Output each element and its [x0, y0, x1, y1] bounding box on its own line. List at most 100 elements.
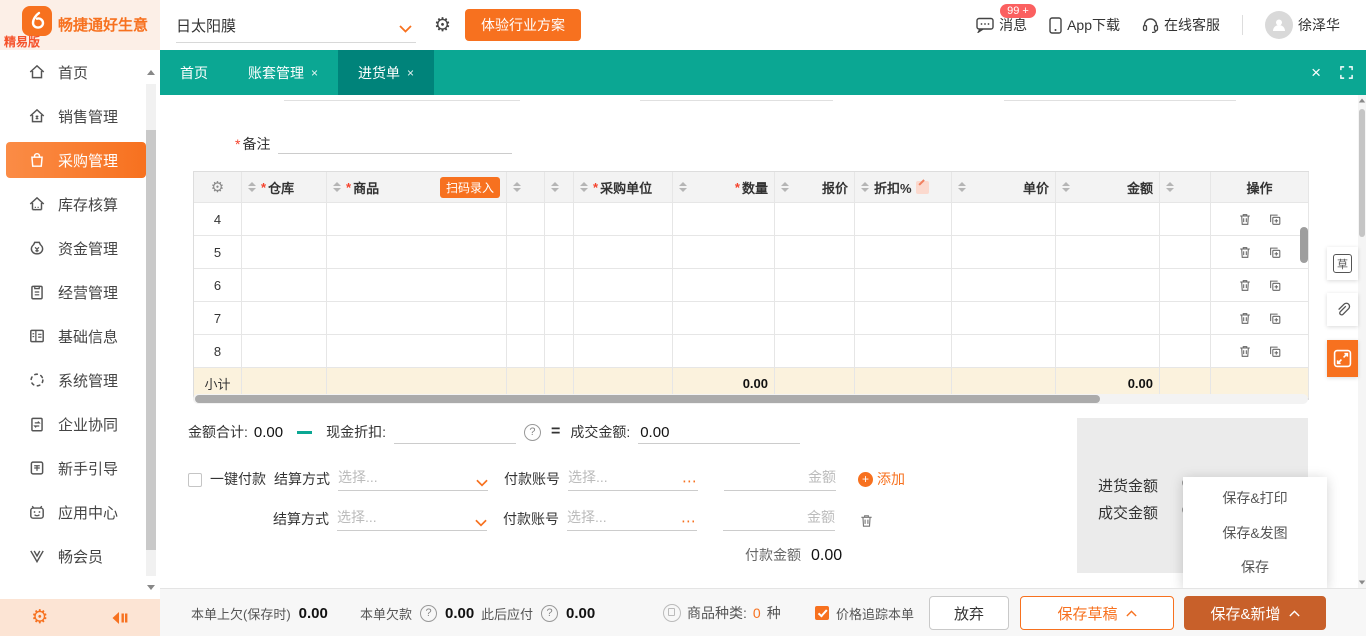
menu-item-save-print[interactable]: 保存&打印: [1183, 484, 1327, 512]
help-icon[interactable]: ?: [523, 423, 541, 441]
sort-icon[interactable]: [580, 182, 588, 192]
table-row[interactable]: 8: [194, 335, 1309, 368]
col-discount[interactable]: 折扣%: [855, 172, 952, 202]
menu-item-save[interactable]: 保存: [1183, 553, 1327, 581]
table-vertical-scroll-thumb[interactable]: [1300, 227, 1308, 263]
more-options-icon[interactable]: ⋯: [682, 474, 698, 489]
tab-account-mgmt[interactable]: 账套管理 ×: [228, 50, 338, 95]
content-scroll-thumb[interactable]: [1359, 109, 1365, 237]
user-menu[interactable]: 徐泽华: [1265, 11, 1340, 39]
experience-plan-button[interactable]: 体验行业方案: [465, 9, 582, 41]
sort-icon[interactable]: [861, 182, 869, 192]
price-track-checkbox[interactable]: [815, 606, 829, 620]
copy-row-icon[interactable]: [1268, 245, 1282, 260]
col-amount[interactable]: 金额: [1056, 172, 1160, 202]
menu-item-save-send-image[interactable]: 保存&发图: [1183, 519, 1327, 547]
delete-payment-icon[interactable]: [859, 513, 874, 529]
col-quote[interactable]: 报价: [775, 172, 855, 202]
delete-row-icon[interactable]: [1238, 344, 1252, 359]
sort-icon[interactable]: [1166, 182, 1174, 192]
copy-row-icon[interactable]: [1268, 212, 1282, 227]
discard-button[interactable]: 放弃: [929, 596, 1009, 630]
sidebar-item-beginner-guide[interactable]: 新手引导: [0, 446, 160, 490]
settle-method-select[interactable]: 选择...: [337, 507, 487, 531]
delete-row-icon[interactable]: [1238, 311, 1252, 326]
more-options-icon[interactable]: ⋯: [681, 514, 697, 529]
sidebar-item-funds[interactable]: 资金管理: [0, 226, 160, 270]
sidebar-item-member[interactable]: 畅会员: [0, 534, 160, 578]
sidebar-settings-gear-icon[interactable]: ⚙: [31, 606, 48, 629]
scroll-up-icon[interactable]: [147, 70, 155, 75]
table-horizontal-scrollbar[interactable]: [193, 394, 1308, 404]
col-price[interactable]: 单价: [952, 172, 1056, 202]
draft-tool-button[interactable]: 草: [1327, 247, 1358, 280]
col-qty[interactable]: * 数量: [673, 172, 775, 202]
sidebar-scroll-thumb[interactable]: [146, 130, 156, 550]
sidebar-item-operations[interactable]: 经营管理: [0, 270, 160, 314]
col-unit[interactable]: * 采购单位: [574, 172, 673, 202]
scroll-down-icon[interactable]: [1358, 580, 1366, 585]
sidebar-item-inventory[interactable]: 库存核算: [0, 182, 160, 226]
pay-account-select[interactable]: 选择... ⋯: [567, 507, 697, 531]
sort-icon[interactable]: [1062, 182, 1070, 192]
discount-edit-icon[interactable]: [915, 180, 929, 194]
add-payment-button[interactable]: + 添加: [858, 469, 905, 491]
column-settings-gear-icon[interactable]: ⚙: [194, 172, 242, 202]
cash-discount-input[interactable]: [393, 420, 516, 444]
save-draft-button[interactable]: 保存草稿: [1020, 596, 1174, 630]
app-download-button[interactable]: App下载: [1049, 15, 1120, 35]
col-warehouse[interactable]: * 仓库: [242, 172, 327, 202]
cell-amount[interactable]: [1056, 203, 1160, 235]
scroll-up-icon[interactable]: [1358, 98, 1366, 103]
sort-icon[interactable]: [958, 182, 966, 192]
sort-icon[interactable]: [551, 182, 559, 192]
pay-account-select[interactable]: 选择... ⋯: [568, 467, 698, 491]
settings-gear-icon[interactable]: ⚙: [434, 14, 451, 37]
settle-method-select[interactable]: 选择...: [338, 467, 488, 491]
sort-icon[interactable]: [248, 182, 256, 192]
messages-button[interactable]: 消息 99 +: [976, 4, 1036, 35]
cell-discount[interactable]: [855, 203, 952, 235]
sidebar-item-app-center[interactable]: 应用中心: [0, 490, 160, 534]
sidebar-item-purchase[interactable]: 采购管理: [6, 142, 146, 178]
table-row[interactable]: 7: [194, 302, 1309, 335]
table-row[interactable]: 4: [194, 203, 1309, 236]
copy-row-icon[interactable]: [1268, 311, 1282, 326]
delete-row-icon[interactable]: [1238, 245, 1252, 260]
pay-amount-input[interactable]: 金额: [723, 507, 835, 531]
col-aux-1[interactable]: [507, 172, 545, 202]
fullscreen-icon[interactable]: [1339, 65, 1354, 80]
online-service-button[interactable]: 在线客服: [1142, 15, 1220, 35]
copy-row-icon[interactable]: [1268, 278, 1282, 293]
close-all-tabs-icon[interactable]: ×: [1311, 63, 1321, 83]
sidebar-item-sales[interactable]: 销售管理: [0, 94, 160, 138]
copy-row-icon[interactable]: [1268, 344, 1282, 359]
sort-icon[interactable]: [781, 182, 789, 192]
account-select[interactable]: 日太阳膜: [176, 8, 416, 43]
table-horizontal-scroll-thumb[interactable]: [195, 395, 1100, 403]
sort-icon[interactable]: [513, 182, 521, 192]
cell-price[interactable]: [952, 203, 1056, 235]
scroll-down-icon[interactable]: [147, 585, 155, 590]
cell-qty[interactable]: [673, 203, 775, 235]
sidebar-item-basic-info[interactable]: 基础信息: [0, 314, 160, 358]
collapse-sidebar-icon[interactable]: [111, 610, 129, 626]
sidebar-item-collaboration[interactable]: 企业协同: [0, 402, 160, 446]
sidebar-item-home[interactable]: 首页: [0, 50, 160, 94]
expand-tool-button[interactable]: [1327, 340, 1358, 377]
table-row[interactable]: 6: [194, 269, 1309, 302]
tab-home[interactable]: 首页: [160, 50, 228, 95]
sort-icon[interactable]: [679, 182, 687, 192]
col-aux-2[interactable]: [545, 172, 574, 202]
help-icon[interactable]: ?: [420, 604, 438, 622]
tab-purchase-order[interactable]: 进货单 ×: [338, 50, 435, 95]
pay-amount-input[interactable]: 金额: [724, 467, 836, 491]
save-and-new-button[interactable]: 保存&新增: [1184, 596, 1326, 630]
table-row[interactable]: 5: [194, 236, 1309, 269]
cell-warehouse[interactable]: [242, 203, 327, 235]
col-product[interactable]: * 商品 扫码录入: [327, 172, 507, 202]
cell-unit[interactable]: [574, 203, 673, 235]
cell-product[interactable]: [327, 203, 507, 235]
remark-input[interactable]: [278, 131, 513, 154]
content-scrollbar[interactable]: [1358, 95, 1366, 588]
